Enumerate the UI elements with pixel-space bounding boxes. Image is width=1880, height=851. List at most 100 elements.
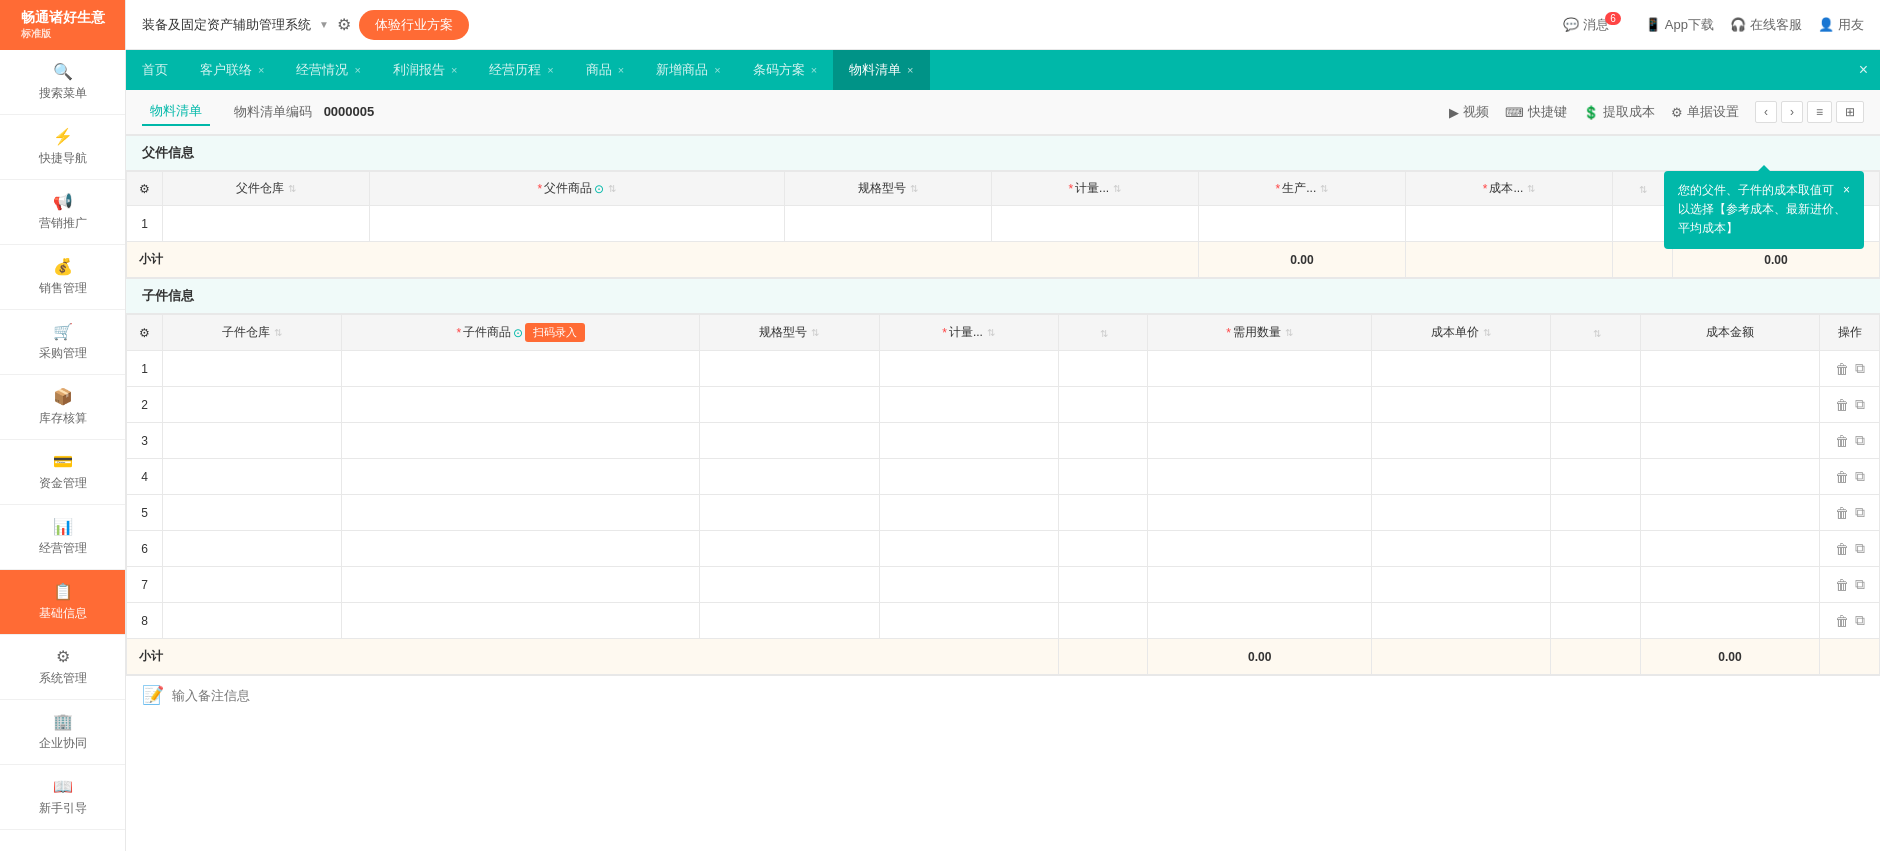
copy-icon-8[interactable]: ⧉ [1855, 612, 1865, 629]
th-child-settings[interactable]: ⚙ [127, 315, 163, 351]
tab-bom-close-icon[interactable]: × [907, 64, 913, 76]
child-spec-6[interactable] [700, 531, 879, 567]
app-download-item[interactable]: 📱 App下载 [1645, 16, 1714, 34]
child-unit-6[interactable] [879, 531, 1058, 567]
sidebar-item-purchase[interactable]: 🛒 采购管理 [0, 310, 125, 375]
child-spec-1[interactable] [700, 351, 879, 387]
delete-icon-8[interactable]: 🗑 [1835, 613, 1849, 629]
tab-home[interactable]: 首页 [126, 50, 184, 90]
copy-icon-1[interactable]: ⧉ [1855, 360, 1865, 377]
nav-next-btn[interactable]: › [1781, 101, 1803, 123]
system-title-dropdown-icon[interactable]: ▼ [319, 19, 329, 30]
child-product-8[interactable] [342, 603, 700, 639]
child-cost-unit-4[interactable] [1372, 459, 1551, 495]
scan-input-button[interactable]: 扫码录入 [525, 323, 585, 342]
nav-expand-btn[interactable]: ⊞ [1836, 101, 1864, 123]
child-unit-7[interactable] [879, 567, 1058, 603]
sidebar-item-quick-nav[interactable]: ⚡ 快捷导航 [0, 115, 125, 180]
child-qty-6[interactable] [1148, 531, 1372, 567]
delete-icon-7[interactable]: 🗑 [1835, 577, 1849, 593]
child-warehouse-2[interactable] [163, 387, 342, 423]
child-warehouse-5[interactable] [163, 495, 342, 531]
child-product-3[interactable] [342, 423, 700, 459]
sidebar-item-basic[interactable]: 📋 基础信息 [0, 570, 125, 635]
child-unit-3[interactable] [879, 423, 1058, 459]
child-cost-unit-1[interactable] [1372, 351, 1551, 387]
child-product-6[interactable] [342, 531, 700, 567]
child-cost-unit-8[interactable] [1372, 603, 1551, 639]
child-spec-2[interactable] [700, 387, 879, 423]
copy-icon-5[interactable]: ⧉ [1855, 504, 1865, 521]
sidebar-item-guide[interactable]: 📖 新手引导 [0, 765, 125, 830]
child-qty-8[interactable] [1148, 603, 1372, 639]
user-item[interactable]: 👤 用友 [1818, 16, 1864, 34]
shortcut-btn[interactable]: ⌨ 快捷键 [1505, 103, 1567, 121]
close-all-tabs-button[interactable]: × [1847, 61, 1880, 79]
doc-settings-btn[interactable]: ⚙ 单据设置 [1671, 103, 1739, 121]
tab-products-close-icon[interactable]: × [618, 64, 624, 76]
tab-bom[interactable]: 物料清单 × [833, 50, 929, 90]
child-spec-8[interactable] [700, 603, 879, 639]
child-product-2[interactable] [342, 387, 700, 423]
child-spec-3[interactable] [700, 423, 879, 459]
delete-icon-4[interactable]: 🗑 [1835, 469, 1849, 485]
parent-cost-1[interactable] [1406, 206, 1613, 242]
copy-icon-4[interactable]: ⧉ [1855, 468, 1865, 485]
sidebar-item-marketing[interactable]: 📢 营销推广 [0, 180, 125, 245]
child-qty-5[interactable] [1148, 495, 1372, 531]
delete-icon-2[interactable]: 🗑 [1835, 397, 1849, 413]
tab-new-product[interactable]: 新增商品 × [640, 50, 736, 90]
sidebar-item-finance[interactable]: 💳 资金管理 [0, 440, 125, 505]
child-spec-5[interactable] [700, 495, 879, 531]
nav-menu-btn[interactable]: ≡ [1807, 101, 1832, 123]
message-item[interactable]: 💬 消息 6 [1563, 16, 1629, 34]
child-qty-2[interactable] [1148, 387, 1372, 423]
copy-icon-3[interactable]: ⧉ [1855, 432, 1865, 449]
child-cost-unit-5[interactable] [1372, 495, 1551, 531]
tab-barcode-close-icon[interactable]: × [811, 64, 817, 76]
delete-icon-3[interactable]: 🗑 [1835, 433, 1849, 449]
child-qty-1[interactable] [1148, 351, 1372, 387]
tab-profit[interactable]: 利润报告 × [377, 50, 473, 90]
child-warehouse-7[interactable] [163, 567, 342, 603]
child-unit-8[interactable] [879, 603, 1058, 639]
sidebar-item-system[interactable]: ⚙ 系统管理 [0, 635, 125, 700]
tab-customer[interactable]: 客户联络 × [184, 50, 280, 90]
page-tab-bom-list[interactable]: 物料清单 [142, 98, 210, 126]
tab-history-close-icon[interactable]: × [547, 64, 553, 76]
copy-icon-2[interactable]: ⧉ [1855, 396, 1865, 413]
view-btn[interactable]: ▶ 视频 [1449, 103, 1489, 121]
child-product-7[interactable] [342, 567, 700, 603]
child-product-1[interactable] [342, 351, 700, 387]
tab-new-product-close-icon[interactable]: × [714, 64, 720, 76]
tab-history[interactable]: 经营历程 × [473, 50, 569, 90]
child-warehouse-4[interactable] [163, 459, 342, 495]
child-unit-5[interactable] [879, 495, 1058, 531]
child-spec-7[interactable] [700, 567, 879, 603]
child-spec-4[interactable] [700, 459, 879, 495]
delete-icon-5[interactable]: 🗑 [1835, 505, 1849, 521]
copy-icon-6[interactable]: ⧉ [1855, 540, 1865, 557]
child-product-5[interactable] [342, 495, 700, 531]
child-unit-1[interactable] [879, 351, 1058, 387]
parent-spec-1[interactable] [784, 206, 991, 242]
child-qty-7[interactable] [1148, 567, 1372, 603]
sidebar-item-inventory[interactable]: 📦 库存核算 [0, 375, 125, 440]
tab-profit-close-icon[interactable]: × [451, 64, 457, 76]
delete-icon-6[interactable]: 🗑 [1835, 541, 1849, 557]
child-warehouse-1[interactable] [163, 351, 342, 387]
sidebar-item-operations[interactable]: 📊 经营管理 [0, 505, 125, 570]
copy-icon-7[interactable]: ⧉ [1855, 576, 1865, 593]
parent-warehouse-1[interactable] [163, 206, 370, 242]
child-unit-4[interactable] [879, 459, 1058, 495]
parent-unit-1[interactable] [991, 206, 1198, 242]
tab-customer-close-icon[interactable]: × [258, 64, 264, 76]
online-service-item[interactable]: 🎧 在线客服 [1730, 16, 1802, 34]
tooltip-close-button[interactable]: × [1843, 181, 1850, 200]
child-cost-unit-2[interactable] [1372, 387, 1551, 423]
child-unit-2[interactable] [879, 387, 1058, 423]
child-qty-3[interactable] [1148, 423, 1372, 459]
sidebar-item-enterprise[interactable]: 🏢 企业协同 [0, 700, 125, 765]
parent-produce-1[interactable] [1198, 206, 1405, 242]
child-cost-unit-7[interactable] [1372, 567, 1551, 603]
